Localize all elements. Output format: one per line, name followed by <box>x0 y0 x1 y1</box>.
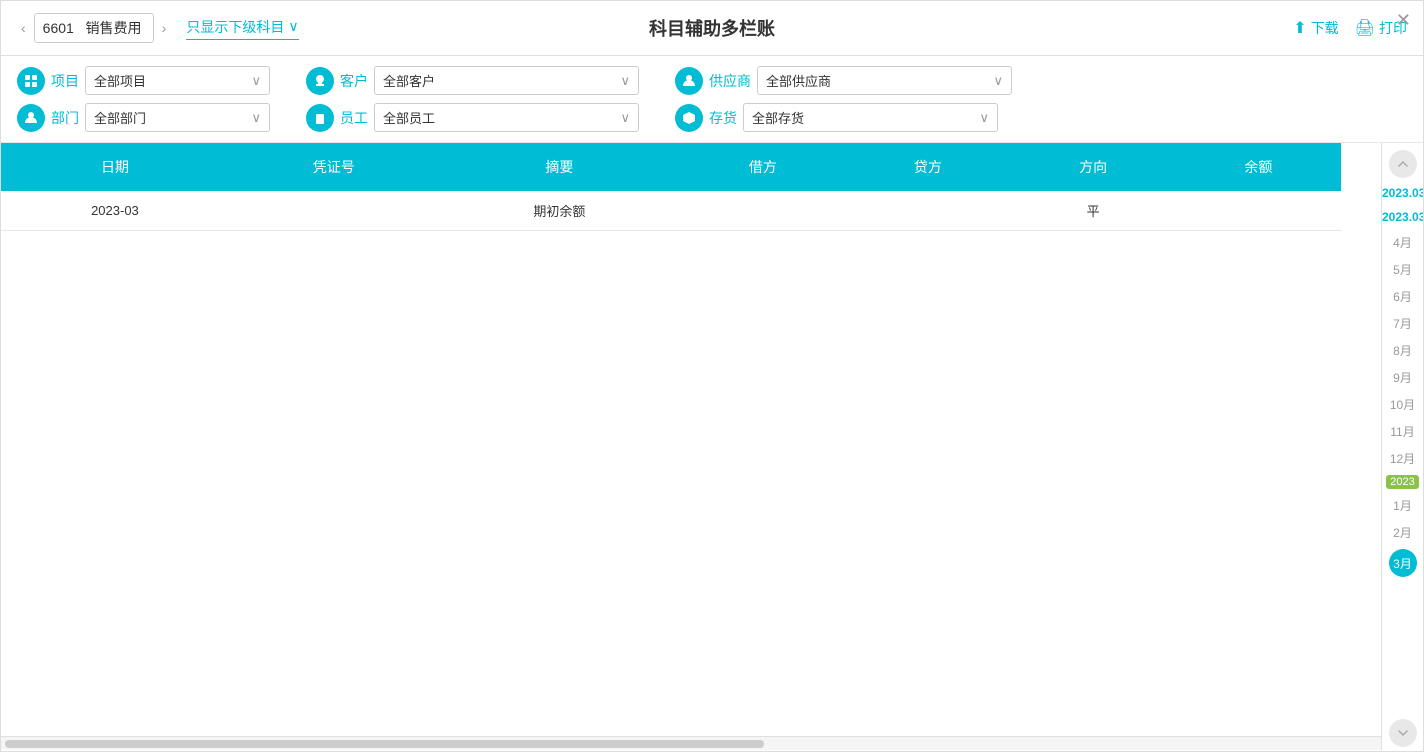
timeline-month-11[interactable]: 11月 <box>1382 418 1423 445</box>
project-icon <box>17 67 45 95</box>
table-and-sidebar: 日期 凭证号 摘要 借方 贷方 方向 余额 2023-03 <box>1 143 1423 750</box>
download-label: 下载 <box>1311 18 1339 38</box>
employee-value: 全部员工 <box>383 108 435 127</box>
timeline-month-6[interactable]: 6月 <box>1382 283 1423 310</box>
filter-row-1: 项目 全部项目 ∨ 客户 全部客户 ∨ <box>17 66 1407 95</box>
customer-icon <box>306 67 334 95</box>
cell-summary: 期初余额 <box>439 191 681 231</box>
header-nav: ‹ 6601 销售费用 › <box>17 13 170 43</box>
next-account-button[interactable]: › <box>158 18 171 38</box>
supplier-label: 供应商 <box>709 71 751 91</box>
header-actions: ⬆ 下载 🖨 打印 <box>1293 18 1407 38</box>
employee-icon <box>306 104 334 132</box>
cell-date: 2023-03 <box>1 191 229 231</box>
customer-select[interactable]: 全部客户 ∨ <box>374 66 639 95</box>
horizontal-scrollbar[interactable] <box>1 736 1381 750</box>
filter-department: 部门 全部部门 ∨ <box>17 103 270 132</box>
print-icon: 🖨 <box>1355 18 1375 38</box>
col-voucher: 凭证号 <box>229 143 439 191</box>
col-debit: 借方 <box>680 143 845 191</box>
supplier-value: 全部供应商 <box>766 71 831 90</box>
filter-inventory: 存货 全部存货 ∨ <box>675 103 998 132</box>
inventory-value: 全部存货 <box>752 108 804 127</box>
inventory-select[interactable]: 全部存货 ∨ <box>743 103 998 132</box>
filter-supplier: 供应商 全部供应商 ∨ <box>675 66 1012 95</box>
timeline-month-3-active[interactable]: 3月 <box>1389 549 1417 577</box>
customer-value: 全部客户 <box>383 71 435 90</box>
cell-debit <box>680 191 845 231</box>
supplier-icon <box>675 67 703 95</box>
filter-employee: 员工 全部员工 ∨ <box>306 103 639 132</box>
main-window: ‹ 6601 销售费用 › 只显示下级科目 ∨ 科目辅助多栏账 ⬆ 下载 🖨 打… <box>0 0 1424 752</box>
cell-direction: 平 <box>1011 191 1176 231</box>
timeline-month-7[interactable]: 7月 <box>1382 310 1423 337</box>
download-icon: ⬆ <box>1293 18 1306 38</box>
col-credit: 贷方 <box>845 143 1010 191</box>
close-button[interactable]: ✕ <box>1396 11 1411 29</box>
department-value: 全部部门 <box>94 108 146 127</box>
department-select[interactable]: 全部部门 ∨ <box>85 103 270 132</box>
inventory-icon <box>675 104 703 132</box>
employee-label: 员工 <box>340 108 368 128</box>
department-label: 部门 <box>51 108 79 128</box>
header-bar: ‹ 6601 销售费用 › 只显示下级科目 ∨ 科目辅助多栏账 ⬆ 下载 🖨 打… <box>1 1 1423 56</box>
filter-customer: 客户 全部客户 ∨ <box>306 66 639 95</box>
scrollbar-thumb <box>5 740 764 748</box>
timeline-sidebar: 2023.03 2023.03 4月 5月 6月 7月 8月 9月 10月 11… <box>1381 143 1423 750</box>
year-badge-2023[interactable]: 2023 <box>1386 475 1418 489</box>
inventory-label: 存货 <box>709 108 737 128</box>
employee-arrow-icon: ∨ <box>620 110 630 126</box>
col-direction: 方向 <box>1011 143 1176 191</box>
content-area: 项目 全部项目 ∨ 客户 全部客户 ∨ <box>1 56 1423 750</box>
filter-row-2: 部门 全部部门 ∨ 员工 全部员工 ∨ <box>17 103 1407 132</box>
col-summary: 摘要 <box>439 143 681 191</box>
project-arrow-icon: ∨ <box>251 73 261 89</box>
supplier-select[interactable]: 全部供应商 ∨ <box>757 66 1012 95</box>
inventory-arrow-icon: ∨ <box>979 110 989 126</box>
cell-voucher <box>229 191 439 231</box>
timeline-down-button[interactable] <box>1389 719 1417 747</box>
filter-project: 项目 全部项目 ∨ <box>17 66 270 95</box>
cell-balance <box>1176 191 1341 231</box>
timeline-month-8[interactable]: 8月 <box>1382 337 1423 364</box>
project-value: 全部项目 <box>94 71 146 90</box>
timeline-month-10[interactable]: 10月 <box>1382 391 1423 418</box>
timeline-month-2[interactable]: 2月 <box>1382 519 1423 546</box>
show-sub-button[interactable]: 只显示下级科目 ∨ <box>186 17 298 40</box>
page-title: 科目辅助多栏账 <box>649 15 775 41</box>
project-label: 项目 <box>51 71 79 91</box>
account-label: 6601 销售费用 <box>34 13 154 43</box>
cell-credit <box>845 191 1010 231</box>
timeline-month-9[interactable]: 9月 <box>1382 364 1423 391</box>
customer-label: 客户 <box>340 71 368 91</box>
account-name: 销售费用 <box>86 20 142 36</box>
timeline-up-button[interactable] <box>1389 150 1417 178</box>
ledger-table: 日期 凭证号 摘要 借方 贷方 方向 余额 2023-03 <box>1 143 1341 231</box>
table-header-row: 日期 凭证号 摘要 借方 贷方 方向 余额 <box>1 143 1341 191</box>
customer-arrow-icon: ∨ <box>620 73 630 89</box>
table-wrapper[interactable]: 日期 凭证号 摘要 借方 贷方 方向 余额 2023-03 <box>1 143 1381 750</box>
supplier-arrow-icon: ∨ <box>993 73 1003 89</box>
show-sub-label: 只显示下级科目 <box>186 17 284 37</box>
department-arrow-icon: ∨ <box>251 110 261 126</box>
col-date: 日期 <box>1 143 229 191</box>
timeline-period-2023-03-2[interactable]: 2023.03 <box>1382 205 1423 229</box>
account-code: 6601 <box>43 20 74 36</box>
download-button[interactable]: ⬆ 下载 <box>1293 18 1338 38</box>
show-sub-dropdown-icon: ∨ <box>288 18 298 35</box>
employee-select[interactable]: 全部员工 ∨ <box>374 103 639 132</box>
timeline-month-12[interactable]: 12月 <box>1382 445 1423 472</box>
timeline-period-2023-03-1[interactable]: 2023.03 <box>1382 181 1423 205</box>
timeline-month-4[interactable]: 4月 <box>1382 229 1423 256</box>
project-select[interactable]: 全部项目 ∨ <box>85 66 270 95</box>
table-row: 2023-03 期初余额 平 <box>1 191 1341 231</box>
timeline-month-1[interactable]: 1月 <box>1382 492 1423 519</box>
prev-account-button[interactable]: ‹ <box>17 18 30 38</box>
filter-bar: 项目 全部项目 ∨ 客户 全部客户 ∨ <box>1 56 1423 143</box>
timeline-month-5[interactable]: 5月 <box>1382 256 1423 283</box>
department-icon <box>17 104 45 132</box>
col-balance: 余额 <box>1176 143 1341 191</box>
